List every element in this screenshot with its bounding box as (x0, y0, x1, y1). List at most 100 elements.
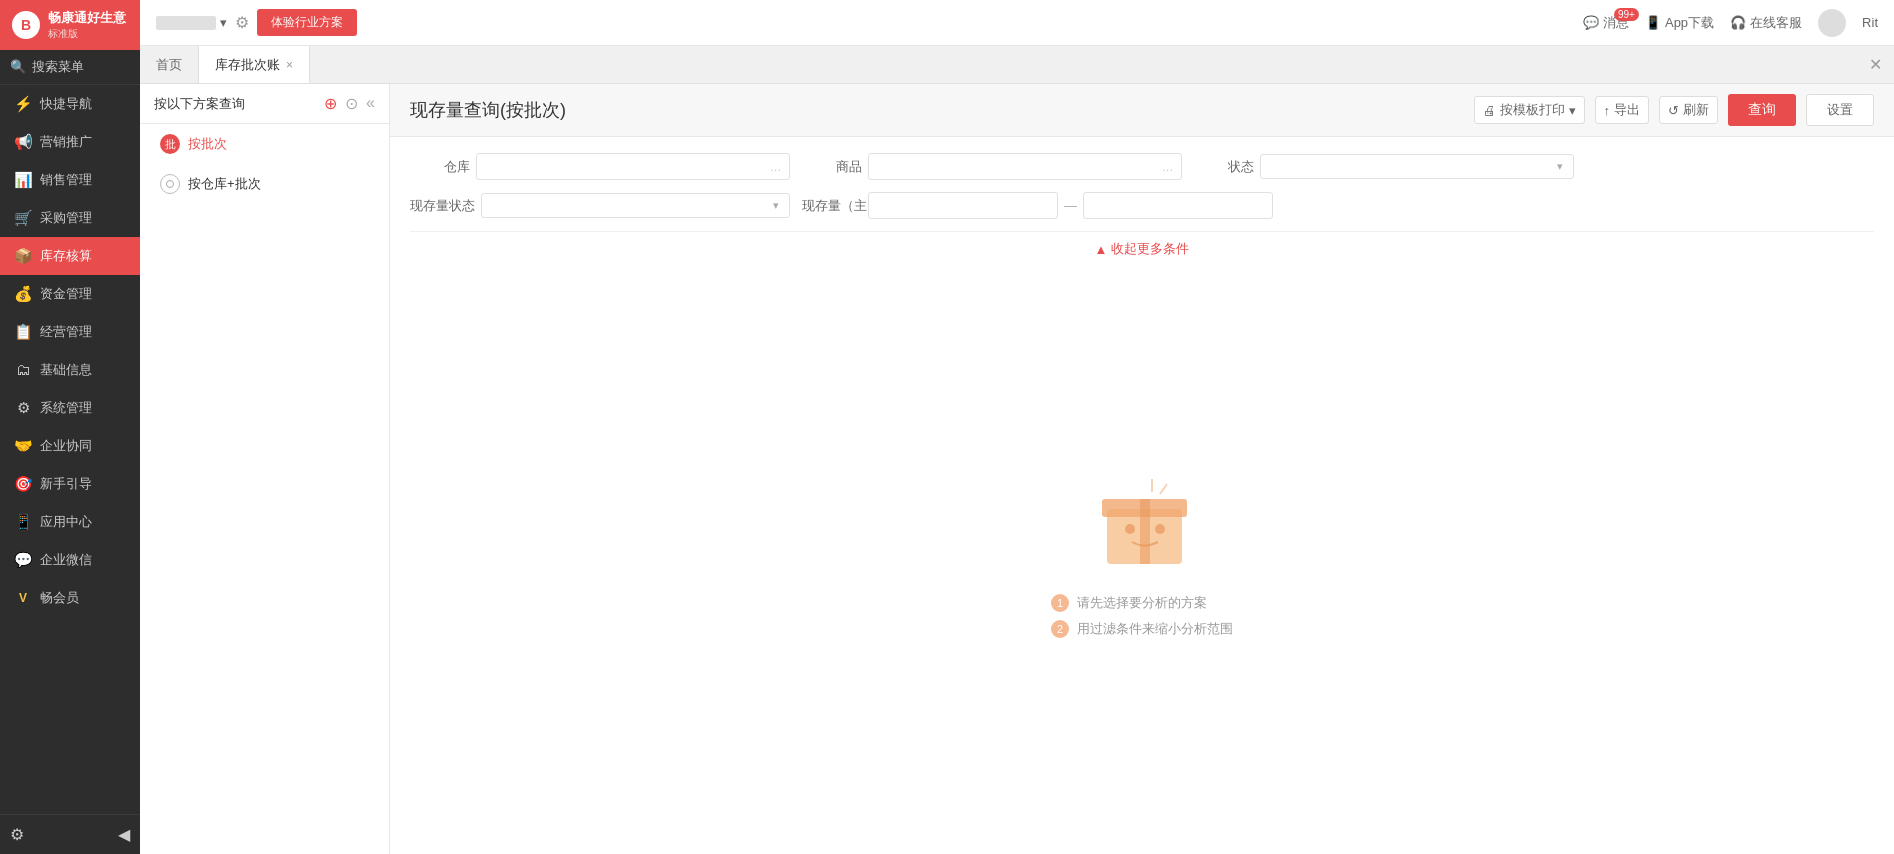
vip-icon: V (14, 589, 32, 607)
avatar[interactable] (1818, 9, 1846, 37)
system-icon: ⚙ (14, 399, 32, 417)
tab-panel-close-button[interactable]: ✕ (1857, 46, 1894, 83)
scheme-item-batch[interactable]: 批 按批次 (140, 124, 389, 164)
sidebar-item-inventory[interactable]: 📦 库存核算 (0, 237, 140, 275)
topbar-left: ▾ ⚙ 体验行业方案 (156, 9, 1571, 36)
app-info: 畅康通好生意 标准版 (48, 10, 126, 40)
search-menu[interactable]: 🔍 搜索菜单 (0, 50, 140, 85)
product-input-wrapper: ... (868, 153, 1182, 180)
search-icon: 🔍 (10, 59, 26, 74)
enterprise-wechat-icon: 💬 (14, 551, 32, 569)
stock-status-filter: 现存量状态 ▾ (410, 193, 790, 218)
message-icon: 💬 (1583, 15, 1599, 30)
sidebar-item-finance[interactable]: 💰 资金管理 (0, 275, 140, 313)
add-scheme-icon[interactable]: ⊕ (324, 94, 337, 113)
app-icon: 📱 (1645, 15, 1661, 30)
product-input[interactable] (869, 154, 1150, 179)
warehouse-input[interactable] (477, 154, 758, 179)
settings-scheme-icon[interactable]: ⊙ (345, 94, 358, 113)
product-filter: 商品 ... (802, 153, 1182, 180)
sidebar-footer: ⚙ ◀ (0, 814, 140, 854)
scheme-item-warehouse-batch[interactable]: 按仓库+批次 (140, 164, 389, 204)
basic-icon: 🗂 (14, 361, 32, 379)
trial-btn[interactable]: 体验行业方案 (257, 9, 357, 36)
settings-footer-icon[interactable]: ⚙ (10, 825, 24, 844)
sidebar-item-marketing[interactable]: 📢 营销推广 (0, 123, 140, 161)
sidebar: B 畅康通好生意 标准版 🔍 搜索菜单 ⚡ 快捷导航 📢 营销推广 📊 销售管理… (0, 0, 140, 854)
export-button[interactable]: ↑ 导出 (1595, 96, 1650, 124)
status-chevron-icon: ▾ (1557, 160, 1563, 173)
sidebar-item-quick-nav[interactable]: ⚡ 快捷导航 (0, 85, 140, 123)
svg-rect-2 (1140, 499, 1150, 564)
sidebar-item-sales[interactable]: 📊 销售管理 (0, 161, 140, 199)
service-icon: 🎧 (1730, 15, 1746, 30)
topbar-dropdown[interactable]: ▾ (156, 15, 227, 30)
page-header-actions: 🖨 按模板打印 ▾ ↑ 导出 ↺ 刷新 查询 设置 (1474, 94, 1875, 126)
sidebar-item-system[interactable]: ⚙ 系统管理 (0, 389, 140, 427)
filter-row-2: 现存量状态 ▾ 现存量（主） — (410, 192, 1874, 219)
newbie-icon: 🎯 (14, 475, 32, 493)
stock-status-chevron-icon: ▾ (773, 199, 779, 212)
chevron-up-icon: ▲ (1095, 242, 1108, 257)
sidebar-header: B 畅康通好生意 标准版 (0, 0, 140, 50)
scheme-header-actions: ⊕ ⊙ « (324, 94, 375, 113)
sidebar-item-enterprise-wechat[interactable]: 💬 企业微信 (0, 541, 140, 579)
svg-point-3 (1125, 524, 1135, 534)
topbar: ▾ ⚙ 体验行业方案 💬 消息 99+ 📱 App下载 🎧 在线客服 Rit (140, 0, 1894, 46)
stock-quantity-range: — (868, 192, 1273, 219)
message-button[interactable]: 💬 消息 99+ (1583, 14, 1629, 32)
sidebar-item-vip[interactable]: V 畅会员 (0, 579, 140, 617)
enterprise-icon: 🤝 (14, 437, 32, 455)
marketing-icon: 📢 (14, 133, 32, 151)
tab-home[interactable]: 首页 (140, 46, 199, 83)
refresh-button[interactable]: ↺ 刷新 (1659, 96, 1718, 124)
print-button[interactable]: 🖨 按模板打印 ▾ (1474, 96, 1585, 124)
sales-icon: 📊 (14, 171, 32, 189)
batch-scheme-icon: 批 (160, 134, 180, 154)
empty-state: 1 请先选择要分析的方案 2 用过滤条件来缩小分析范围 (390, 266, 1894, 854)
hint-2-num: 2 (1051, 620, 1069, 638)
username-label: Rit (1862, 15, 1878, 30)
collapse-panel-icon[interactable]: « (366, 94, 375, 113)
quick-nav-icon: ⚡ (14, 95, 32, 113)
empty-hint-1: 1 请先选择要分析的方案 (1051, 594, 1233, 612)
app-download-button[interactable]: 📱 App下载 (1645, 14, 1714, 32)
stock-quantity-min[interactable] (868, 192, 1058, 219)
empty-hints: 1 请先选择要分析的方案 2 用过滤条件来缩小分析范围 (1051, 594, 1233, 646)
sidebar-item-newbie[interactable]: 🎯 新手引导 (0, 465, 140, 503)
chevron-down-icon: ▾ (1569, 103, 1576, 118)
hint-1-num: 1 (1051, 594, 1069, 612)
tabs-bar: 首页 库存批次账 × ✕ (140, 46, 1894, 84)
sidebar-item-enterprise[interactable]: 🤝 企业协同 (0, 427, 140, 465)
topbar-gear-icon[interactable]: ⚙ (235, 13, 249, 32)
settings-button[interactable]: 设置 (1806, 94, 1874, 126)
export-icon: ↑ (1604, 103, 1611, 118)
page-content: 按以下方案查询 ⊕ ⊙ « 批 按批次 按仓库+批次 (140, 84, 1894, 854)
sidebar-item-purchase[interactable]: 🛒 采购管理 (0, 199, 140, 237)
filter-area: 仓库 ... 商品 ... 状态 (390, 137, 1894, 266)
stock-quantity-filter: 现存量（主） — (802, 192, 1182, 219)
sidebar-item-app-center[interactable]: 📱 应用中心 (0, 503, 140, 541)
tab-close-icon[interactable]: × (286, 59, 293, 71)
svg-line-6 (1160, 484, 1167, 494)
chevron-down-icon: ▾ (220, 15, 227, 30)
refresh-icon: ↺ (1668, 103, 1679, 118)
operation-icon: 📋 (14, 323, 32, 341)
sidebar-item-basic[interactable]: 🗂 基础信息 (0, 351, 140, 389)
message-badge: 99+ (1614, 8, 1639, 21)
main-area: ▾ ⚙ 体验行业方案 💬 消息 99+ 📱 App下载 🎧 在线客服 Rit (140, 0, 1894, 854)
stock-quantity-max[interactable] (1083, 192, 1273, 219)
stock-status-select[interactable]: ▾ (481, 193, 790, 218)
warehouse-dots-icon[interactable]: ... (762, 159, 789, 174)
finance-icon: 💰 (14, 285, 32, 303)
product-dots-icon[interactable]: ... (1154, 159, 1181, 174)
collapse-sidebar-icon[interactable]: ◀ (118, 825, 130, 844)
warehouse-input-wrapper: ... (476, 153, 790, 180)
online-service-button[interactable]: 🎧 在线客服 (1730, 14, 1802, 32)
status-select[interactable]: ▾ (1260, 154, 1574, 179)
tab-inventory-batch[interactable]: 库存批次账 × (199, 46, 310, 83)
page-header: 现存量查询(按批次) 🖨 按模板打印 ▾ ↑ 导出 ↺ 刷新 (390, 84, 1894, 137)
query-button[interactable]: 查询 (1728, 94, 1796, 126)
sidebar-item-operation[interactable]: 📋 经营管理 (0, 313, 140, 351)
collapse-more-button[interactable]: ▲ 收起更多条件 (410, 231, 1874, 266)
